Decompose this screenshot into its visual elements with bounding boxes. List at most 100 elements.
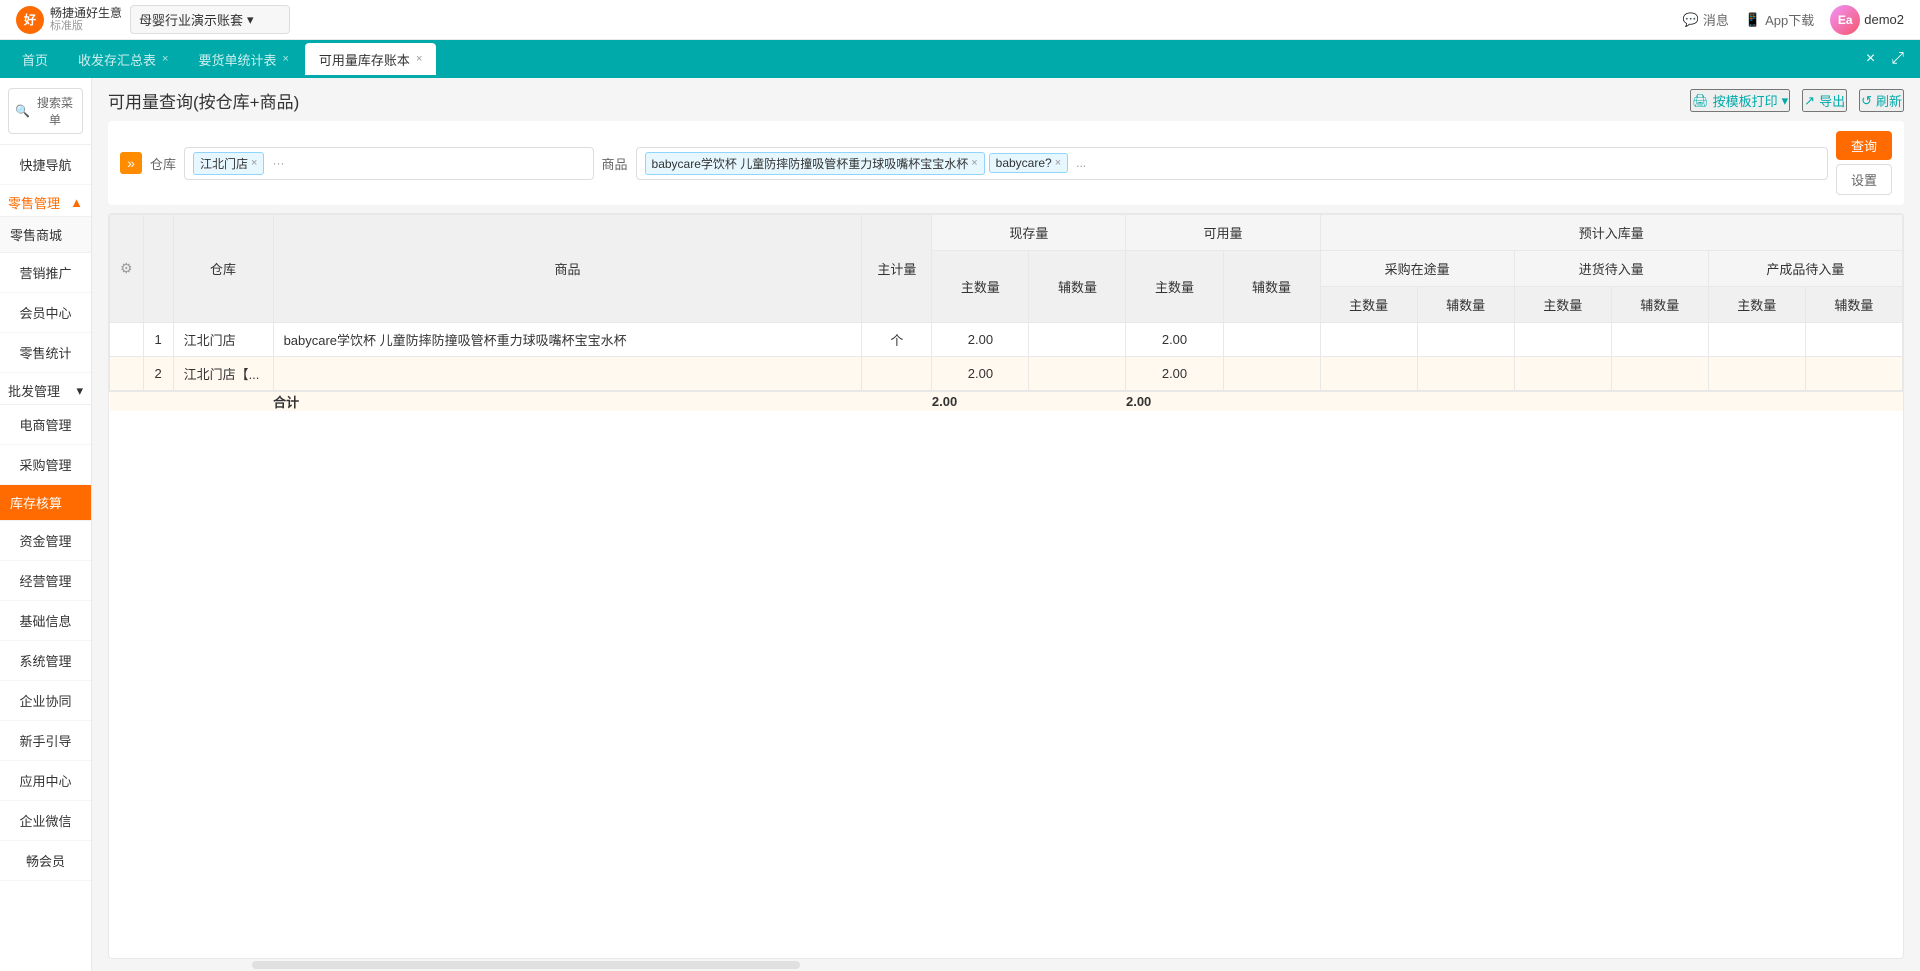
tab-bar: 首页 收发存汇总表 × 要货单统计表 × 可用量库存账本 × × ⤢: [0, 40, 1920, 78]
tab-bar-close-btn[interactable]: ×: [1858, 50, 1883, 68]
tab-home[interactable]: 首页: [8, 43, 62, 75]
top-bar-right: 💬 消息 📱 App下载 Ea demo2: [1683, 5, 1904, 35]
col-incoming-group: 进货待入量: [1514, 251, 1708, 287]
sidebar-item-zero-stats[interactable]: 零售统计: [0, 333, 91, 373]
print-btn[interactable]: 🖨 按模板打印 ▾: [1690, 89, 1790, 112]
table-row: 2 江北门店【... 2.00 2.00: [110, 357, 1903, 392]
row2-purchase-aux: [1417, 357, 1514, 392]
tab-close-receive[interactable]: ×: [162, 53, 168, 65]
sidebar-item-ecommerce[interactable]: 电商管理: [0, 405, 91, 445]
col-purchase-aux: 辅数量: [1417, 287, 1514, 323]
sidebar-item-enterprise[interactable]: 企业协同: [0, 681, 91, 721]
product-more[interactable]: ...: [1076, 156, 1086, 170]
tab-bar-expand-btn[interactable]: ⤢: [1883, 50, 1912, 68]
row1-stock-aux: [1029, 323, 1126, 357]
print-chevron-icon: ▾: [1782, 93, 1789, 109]
row1-settings: [110, 323, 144, 357]
sidebar-item-vip[interactable]: 畅会员: [0, 841, 91, 881]
row2-avail-aux: [1223, 357, 1320, 392]
sidebar-item-zero-sales[interactable]: 零售管理 ▲: [0, 185, 91, 217]
export-icon: ↗: [1804, 93, 1815, 109]
col-incoming-aux: 辅数量: [1611, 287, 1708, 323]
tab-order[interactable]: 要货单统计表 ×: [184, 43, 302, 75]
sidebar-item-finance[interactable]: 资金管理: [0, 521, 91, 561]
table-gear-icon[interactable]: ⚙: [120, 260, 133, 276]
col-unit-header: 主计量: [862, 215, 932, 323]
summary-purchase-main: [1320, 391, 1417, 411]
row1-product: babycare学饮杯 儿童防摔防撞吸管杯重力球吸嘴杯宝宝水杯: [273, 323, 862, 357]
logo-icon: 好: [16, 6, 44, 34]
row2-settings: [110, 357, 144, 392]
tab-close-order[interactable]: ×: [282, 53, 288, 65]
col-no-header: [143, 215, 173, 323]
message-action[interactable]: 💬 消息: [1683, 10, 1729, 29]
sidebar-search: 🔍 搜索菜单: [0, 78, 91, 145]
tab-available[interactable]: 可用量库存账本 ×: [305, 43, 436, 75]
sidebar-item-quick-nav[interactable]: 快捷导航: [0, 145, 91, 185]
col-settings: ⚙: [110, 215, 144, 323]
printer-icon: 🖨: [1692, 93, 1709, 109]
summary-stock-aux: [1029, 391, 1126, 411]
warehouse-tag-container[interactable]: 江北门店 × ···: [184, 147, 593, 180]
search-icon: 🔍: [15, 104, 30, 118]
row2-purchase-main: [1320, 357, 1417, 392]
search-menu-btn[interactable]: 🔍 搜索菜单: [8, 88, 83, 134]
sidebar-item-guide[interactable]: 新手引导: [0, 721, 91, 761]
sidebar-item-basic[interactable]: 基础信息: [0, 601, 91, 641]
row1-stock-main: 2.00: [932, 323, 1029, 357]
sidebar-item-purchase[interactable]: 采购管理: [0, 445, 91, 485]
product-tag-2-close[interactable]: ×: [1055, 157, 1061, 169]
sidebar-item-zero-shop[interactable]: 零售商城: [0, 217, 91, 253]
app-download-action[interactable]: 📱 App下载: [1745, 10, 1814, 29]
summary-stock-main: 2.00: [932, 391, 1029, 411]
product-label: 商品: [602, 154, 628, 173]
sidebar-item-ops[interactable]: 经营管理: [0, 561, 91, 601]
sidebar: 🔍 搜索菜单 快捷导航 零售管理 ▲ 零售商城 营销推广 会员中心 零售统计 批…: [0, 78, 92, 971]
filter-action-btns: 查询 设置: [1836, 131, 1892, 195]
tab-receive[interactable]: 收发存汇总表 ×: [64, 43, 182, 75]
tab-close-available[interactable]: ×: [416, 53, 422, 65]
product-tag-container[interactable]: babycare学饮杯 儿童防摔防撞吸管杯重力球吸嘴杯宝宝水杯 × babyca…: [636, 147, 1828, 180]
row1-avail-main: 2.00: [1126, 323, 1223, 357]
sidebar-item-batch[interactable]: 批发管理 ▾: [0, 373, 91, 405]
row1-incoming-aux: [1611, 323, 1708, 357]
product-tag-1-close[interactable]: ×: [971, 157, 977, 169]
sidebar-item-member[interactable]: 会员中心: [0, 293, 91, 333]
industry-select[interactable]: 母婴行业演示账套 ▾: [130, 5, 290, 34]
phone-icon: 📱: [1745, 12, 1761, 28]
logo-area: 好 畅捷通好生意 标准版: [16, 6, 122, 34]
col-avail-main: 主数量: [1126, 251, 1223, 323]
product-tag-2: babycare? ×: [989, 153, 1068, 173]
summary-purchase-aux: [1417, 391, 1514, 411]
sidebar-item-wechat[interactable]: 企业微信: [0, 801, 91, 841]
col-available-header: 可用量: [1126, 215, 1320, 251]
refresh-btn[interactable]: ↺ 刷新: [1859, 89, 1904, 112]
sidebar-item-marketing[interactable]: 营销推广: [0, 253, 91, 293]
row2-avail-main: 2.00: [1126, 357, 1223, 392]
warehouse-tag-close[interactable]: ×: [251, 157, 257, 169]
row1-unit: 个: [862, 323, 932, 357]
user-area[interactable]: Ea demo2: [1830, 5, 1904, 35]
sidebar-item-inventory[interactable]: 库存核算: [0, 485, 91, 521]
summary-empty-3: [173, 391, 273, 411]
sidebar-item-app-center[interactable]: 应用中心: [0, 761, 91, 801]
row1-purchase-aux: [1417, 323, 1514, 357]
filter-expand-btn[interactable]: »: [120, 152, 142, 174]
summary-avail-aux: [1223, 391, 1320, 411]
sidebar-item-system[interactable]: 系统管理: [0, 641, 91, 681]
settings-btn[interactable]: 设置: [1836, 164, 1892, 195]
summary-empty-2: [143, 391, 173, 411]
row2-product: [273, 357, 862, 392]
table-row: 1 江北门店 babycare学饮杯 儿童防摔防撞吸管杯重力球吸嘴杯宝宝水杯 个…: [110, 323, 1903, 357]
message-icon: 💬: [1683, 12, 1699, 28]
query-btn[interactable]: 查询: [1836, 131, 1892, 160]
row2-warehouse: 江北门店【...: [173, 357, 273, 392]
export-btn[interactable]: ↗ 导出: [1802, 89, 1847, 112]
col-purchase-main: 主数量: [1320, 287, 1417, 323]
page-title: 可用量查询(按仓库+商品): [108, 88, 299, 113]
user-name: demo2: [1864, 12, 1904, 27]
col-stock-aux: 辅数量: [1029, 251, 1126, 323]
warehouse-more[interactable]: ···: [272, 156, 284, 170]
data-table: ⚙ 仓库 商品 主计量 现存量 可用量 预计入库量 主数量 辅数量 主数量: [109, 214, 1903, 411]
chevron-down-icon: ▾: [76, 383, 83, 399]
